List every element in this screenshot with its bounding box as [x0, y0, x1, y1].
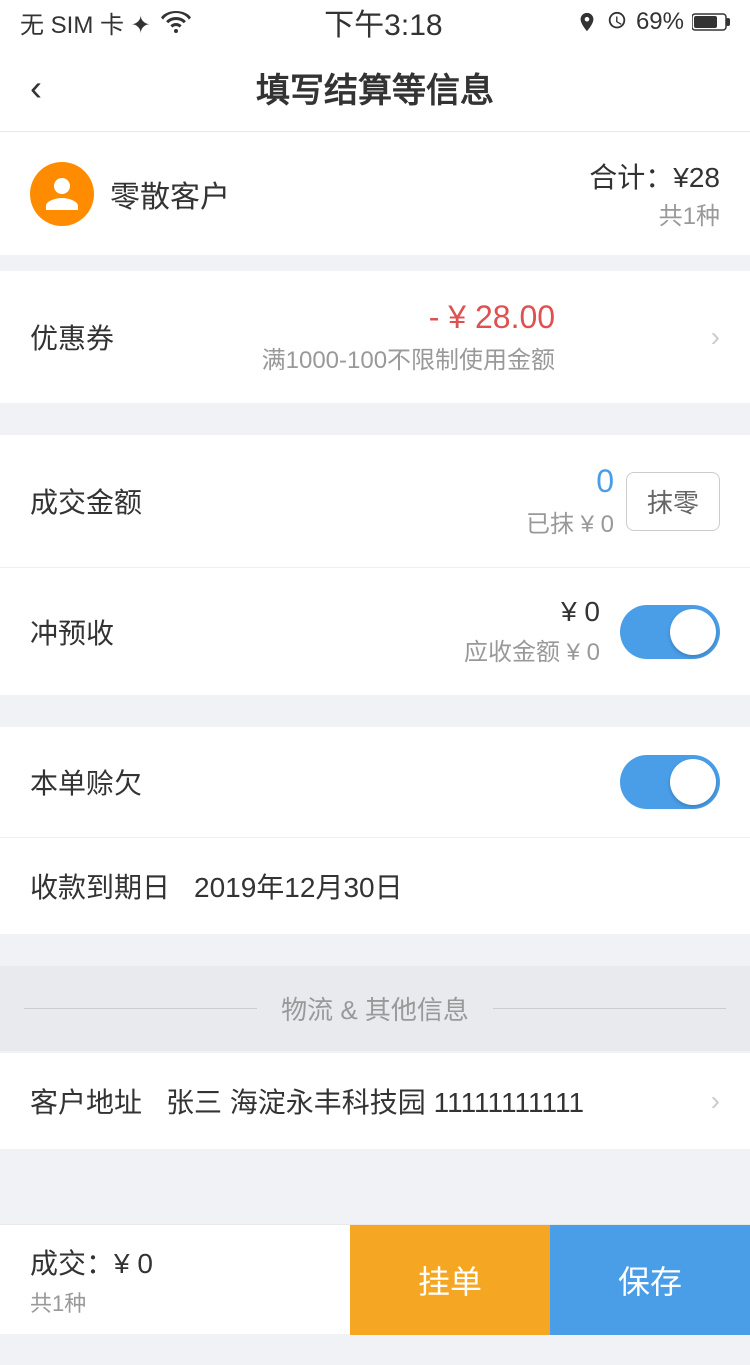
coupon-discount: - ¥ 28.00	[262, 299, 555, 336]
debt-label: 本单赊欠	[30, 762, 142, 802]
coupon-section[interactable]: 优惠券 - ¥ 28.00 满1000-100不限制使用金额 ›	[0, 271, 750, 403]
due-date-row: 收款到期日 2019年12月30日	[0, 837, 750, 934]
debt-section: 本单赊欠 收款到期日 2019年12月30日	[0, 727, 750, 934]
due-date-value: 2019年12月30日	[194, 866, 403, 906]
already-zero-text: 已抹 ¥ 0	[526, 504, 614, 539]
advance-amount: ¥ 0	[464, 596, 600, 628]
address-row[interactable]: 客户地址 张三 海淀永丰科技园 11111111111 ›	[0, 1053, 750, 1149]
coupon-right: - ¥ 28.00 满1000-100不限制使用金额	[262, 299, 555, 375]
pending-button[interactable]: 挂单	[350, 1225, 550, 1335]
logistics-divider-text: 物流 & 其他信息	[281, 990, 469, 1027]
section-divider-2	[0, 711, 750, 727]
battery-icon	[692, 12, 730, 32]
address-label: 客户地址	[30, 1081, 142, 1121]
logistics-divider: 物流 & 其他信息	[0, 966, 750, 1051]
coupon-row[interactable]: 优惠券 - ¥ 28.00 满1000-100不限制使用金额 ›	[0, 271, 750, 403]
address-chevron-icon: ›	[711, 1085, 720, 1117]
advance-row: 冲预收 ¥ 0 应收金额 ¥ 0	[0, 567, 750, 695]
total-count: 共1种	[589, 196, 720, 231]
customer-section: 零散客户 合计：¥28 共1种	[0, 132, 750, 255]
divider-line-right	[493, 1008, 726, 1009]
back-button[interactable]: ‹	[30, 67, 42, 109]
deal-amount-value: 0	[596, 463, 614, 499]
section-divider-1	[0, 419, 750, 435]
section-divider-3	[0, 950, 750, 966]
deal-amount-label: 成交金额	[30, 481, 142, 521]
customer-total: 合计：¥28 共1种	[589, 156, 720, 231]
debt-toggle-circle	[670, 759, 716, 805]
location-icon	[576, 11, 598, 33]
status-right: 69%	[576, 8, 730, 36]
footer-deal-text: 成交：¥ 0	[30, 1242, 320, 1282]
toggle-circle	[670, 609, 716, 655]
customer-avatar	[30, 162, 94, 226]
advance-amounts: ¥ 0 应收金额 ¥ 0	[464, 596, 600, 667]
debt-row: 本单赊欠	[0, 727, 750, 837]
footer-deal-label: 成交：	[30, 1248, 114, 1279]
footer: 成交：¥ 0 共1种 挂单 保存	[0, 1224, 750, 1334]
advance-toggle[interactable]	[620, 605, 720, 659]
address-section[interactable]: 客户地址 张三 海淀永丰科技园 11111111111 ›	[0, 1053, 750, 1149]
sim-status: 无 SIM 卡 ✦	[20, 5, 151, 40]
person-icon	[42, 174, 82, 214]
status-left: 无 SIM 卡 ✦	[20, 5, 191, 40]
deal-amount-row: 成交金额 0 已抹 ¥ 0 抹零	[0, 435, 750, 567]
wifi-icon	[161, 11, 191, 33]
due-date-label: 收款到期日	[30, 866, 170, 906]
customer-row: 零散客户 合计：¥28 共1种	[0, 132, 750, 255]
debt-toggle[interactable]	[620, 755, 720, 809]
battery-pct: 69%	[636, 8, 684, 36]
total-amount: 合计：¥28	[589, 156, 720, 196]
customer-left: 零散客户	[30, 162, 230, 226]
alarm-icon	[606, 11, 628, 33]
customer-name: 零散客户	[110, 172, 230, 216]
advance-label: 冲预收	[30, 612, 114, 652]
footer-count: 共1种	[30, 1286, 320, 1318]
divider-line-left	[24, 1008, 257, 1009]
footer-deal-amount: ¥ 0	[114, 1248, 153, 1279]
round-zero-button[interactable]: 抹零	[626, 472, 720, 531]
address-value: 张三 海淀永丰科技园 11111111111	[166, 1081, 703, 1121]
advance-receivable: 应收金额 ¥ 0	[464, 632, 600, 667]
footer-info: 成交：¥ 0 共1种	[0, 1242, 350, 1318]
deal-section: 成交金额 0 已抹 ¥ 0 抹零 冲预收 ¥ 0 应收金额 ¥ 0	[0, 435, 750, 695]
status-time: 下午3:18	[324, 0, 442, 44]
page-title: 填写结算等信息	[256, 63, 494, 112]
coupon-chevron-icon: ›	[711, 321, 720, 353]
deal-amount-right: 0 已抹 ¥ 0 抹零	[526, 463, 720, 539]
coupon-desc: 满1000-100不限制使用金额	[262, 340, 555, 375]
nav-bar: ‹ 填写结算等信息	[0, 44, 750, 132]
save-button[interactable]: 保存	[550, 1225, 750, 1335]
advance-right: ¥ 0 应收金额 ¥ 0	[464, 596, 720, 667]
status-bar: 无 SIM 卡 ✦ 下午3:18 69%	[0, 0, 750, 44]
coupon-label: 优惠券	[30, 317, 114, 357]
